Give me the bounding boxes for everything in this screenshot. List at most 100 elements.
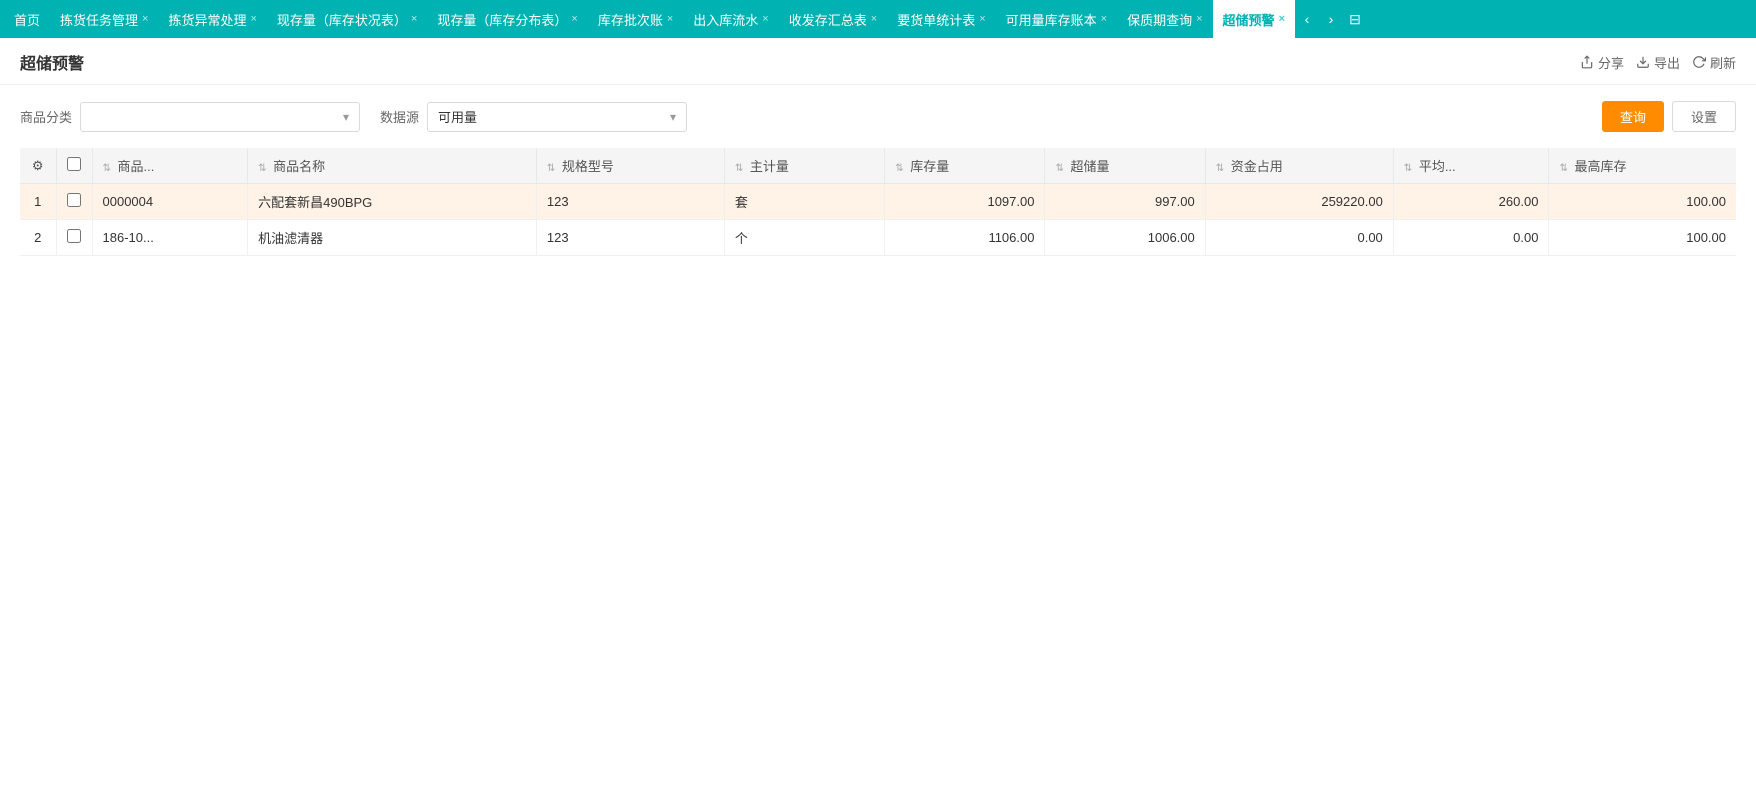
nav-prev-arrow[interactable]: ‹ bbox=[1295, 0, 1319, 38]
nav-batch-ledger[interactable]: 库存批次账 × bbox=[588, 0, 683, 38]
th-unit[interactable]: ⇅ 主计量 bbox=[724, 148, 884, 184]
cell-product-name: 六配套新昌490BPG bbox=[248, 184, 537, 220]
datasource-select-value: 可用量 bbox=[438, 107, 477, 126]
cell-avg: 0.00 bbox=[1393, 220, 1549, 256]
refresh-icon bbox=[1692, 55, 1706, 69]
sort-icon: ⇅ bbox=[1559, 163, 1567, 174]
header-actions: 分享 导出 刷新 bbox=[1580, 53, 1736, 72]
share-icon bbox=[1580, 55, 1594, 69]
cell-unit: 套 bbox=[724, 184, 884, 220]
th-overstock[interactable]: ⇅ 超储量 bbox=[1045, 148, 1205, 184]
chevron-down-icon: ▾ bbox=[343, 110, 349, 124]
cell-spec: 123 bbox=[536, 220, 724, 256]
share-button[interactable]: 分享 bbox=[1580, 53, 1624, 72]
sort-icon: ⇅ bbox=[1055, 163, 1063, 174]
page-content: 超储预警 分享 导出 刷新 商品分类 ▾ 数据源 bbox=[0, 38, 1756, 800]
row-checkbox-cell[interactable] bbox=[56, 184, 92, 220]
category-label: 商品分类 bbox=[20, 107, 72, 126]
sort-icon: ⇅ bbox=[103, 163, 111, 174]
select-all-checkbox[interactable] bbox=[67, 157, 81, 171]
th-avg[interactable]: ⇅ 平均... bbox=[1393, 148, 1549, 184]
export-icon bbox=[1636, 55, 1650, 69]
settings-button[interactable]: 设置 bbox=[1672, 101, 1736, 132]
table-container: ⚙ ⇅ 商品... ⇅ 商品名称 ⇅ 规格型号 bbox=[0, 148, 1756, 256]
sort-icon: ⇅ bbox=[547, 163, 555, 174]
table-header-row: ⚙ ⇅ 商品... ⇅ 商品名称 ⇅ 规格型号 bbox=[20, 148, 1736, 184]
cell-overstock: 997.00 bbox=[1045, 184, 1205, 220]
cell-product-code: 0000004 bbox=[92, 184, 248, 220]
page-header: 超储预警 分享 导出 刷新 bbox=[0, 38, 1756, 85]
sort-icon: ⇅ bbox=[1404, 163, 1412, 174]
sort-icon: ⇅ bbox=[258, 163, 266, 174]
checkbox-th bbox=[56, 148, 92, 184]
cell-spec: 123 bbox=[536, 184, 724, 220]
cell-capital: 259220.00 bbox=[1205, 184, 1393, 220]
nav-pick-task[interactable]: 拣货任务管理 × bbox=[50, 0, 158, 38]
nav-pick-exception[interactable]: 拣货异常处理 × bbox=[158, 0, 266, 38]
close-icon[interactable]: × bbox=[871, 13, 877, 25]
th-capital[interactable]: ⇅ 资金占用 bbox=[1205, 148, 1393, 184]
nav-expand-arrow[interactable]: ⊟ bbox=[1343, 0, 1367, 38]
sort-icon: ⇅ bbox=[895, 163, 903, 174]
close-icon[interactable]: × bbox=[1279, 13, 1285, 25]
nav-overstock-warning[interactable]: 超储预警 × bbox=[1213, 0, 1295, 38]
cell-avg: 260.00 bbox=[1393, 184, 1549, 220]
th-stock[interactable]: ⇅ 库存量 bbox=[885, 148, 1045, 184]
cell-max-stock: 100.00 bbox=[1549, 220, 1736, 256]
close-icon[interactable]: × bbox=[667, 13, 673, 25]
nav-next-arrow[interactable]: › bbox=[1319, 0, 1343, 38]
nav-inout-flow[interactable]: 出入库流水 × bbox=[683, 0, 778, 38]
row-number: 1 bbox=[20, 184, 56, 220]
datasource-label: 数据源 bbox=[380, 107, 419, 126]
sort-icon: ⇅ bbox=[735, 163, 743, 174]
row-checkbox[interactable] bbox=[67, 193, 81, 207]
sort-icon: ⇅ bbox=[1216, 163, 1224, 174]
row-checkbox-cell[interactable] bbox=[56, 220, 92, 256]
table-row: 2 186-10... 机油滤清器 123 个 1106.00 1006.00 … bbox=[20, 220, 1736, 256]
refresh-button[interactable]: 刷新 bbox=[1692, 53, 1736, 72]
datasource-filter-group: 数据源 可用量 ▾ bbox=[380, 102, 687, 132]
close-icon[interactable]: × bbox=[762, 13, 768, 25]
filter-area: 商品分类 ▾ 数据源 可用量 ▾ 查询 设置 bbox=[0, 85, 1756, 148]
chevron-down-icon: ▾ bbox=[670, 110, 676, 124]
table-row: 1 0000004 六配套新昌490BPG 123 套 1097.00 997.… bbox=[20, 184, 1736, 220]
th-product-name[interactable]: ⇅ 商品名称 bbox=[248, 148, 537, 184]
cell-max-stock: 100.00 bbox=[1549, 184, 1736, 220]
nav-stock-dist[interactable]: 现存量（库存分布表） × bbox=[427, 0, 587, 38]
row-number: 2 bbox=[20, 220, 56, 256]
page-title: 超储预警 bbox=[20, 50, 84, 74]
cell-stock: 1097.00 bbox=[885, 184, 1045, 220]
close-icon[interactable]: × bbox=[250, 13, 256, 25]
close-icon[interactable]: × bbox=[411, 13, 417, 25]
close-icon[interactable]: × bbox=[979, 13, 985, 25]
nav-available-ledger[interactable]: 可用量库存账本 × bbox=[996, 0, 1117, 38]
datasource-select[interactable]: 可用量 ▾ bbox=[427, 102, 687, 132]
close-icon[interactable]: × bbox=[1196, 13, 1202, 25]
nav-stock-status[interactable]: 现存量（库存状况表） × bbox=[267, 0, 427, 38]
nav-home[interactable]: 首页 bbox=[4, 0, 50, 38]
nav-quality-query[interactable]: 保质期查询 × bbox=[1117, 0, 1212, 38]
cell-capital: 0.00 bbox=[1205, 220, 1393, 256]
cell-stock: 1106.00 bbox=[885, 220, 1045, 256]
category-filter-group: 商品分类 ▾ bbox=[20, 102, 360, 132]
row-checkbox[interactable] bbox=[67, 229, 81, 243]
th-product-code[interactable]: ⇅ 商品... bbox=[92, 148, 248, 184]
category-select[interactable]: ▾ bbox=[80, 102, 360, 132]
cell-unit: 个 bbox=[724, 220, 884, 256]
th-max-stock[interactable]: ⇅ 最高库存 bbox=[1549, 148, 1736, 184]
cell-overstock: 1006.00 bbox=[1045, 220, 1205, 256]
cell-product-code: 186-10... bbox=[92, 220, 248, 256]
data-table: ⚙ ⇅ 商品... ⇅ 商品名称 ⇅ 规格型号 bbox=[20, 148, 1736, 256]
nav-order-stats[interactable]: 要货单统计表 × bbox=[887, 0, 995, 38]
close-icon[interactable]: × bbox=[142, 13, 148, 25]
cell-product-name: 机油滤清器 bbox=[248, 220, 537, 256]
nav-receive-send[interactable]: 收发存汇总表 × bbox=[779, 0, 887, 38]
query-button[interactable]: 查询 bbox=[1602, 101, 1664, 132]
nav-bar: 首页 拣货任务管理 × 拣货异常处理 × 现存量（库存状况表） × 现存量（库存… bbox=[0, 0, 1756, 38]
filter-actions: 查询 设置 bbox=[1602, 101, 1736, 132]
gear-settings-th[interactable]: ⚙ bbox=[20, 148, 56, 184]
close-icon[interactable]: × bbox=[1101, 13, 1107, 25]
export-button[interactable]: 导出 bbox=[1636, 53, 1680, 72]
th-spec[interactable]: ⇅ 规格型号 bbox=[536, 148, 724, 184]
close-icon[interactable]: × bbox=[571, 13, 577, 25]
